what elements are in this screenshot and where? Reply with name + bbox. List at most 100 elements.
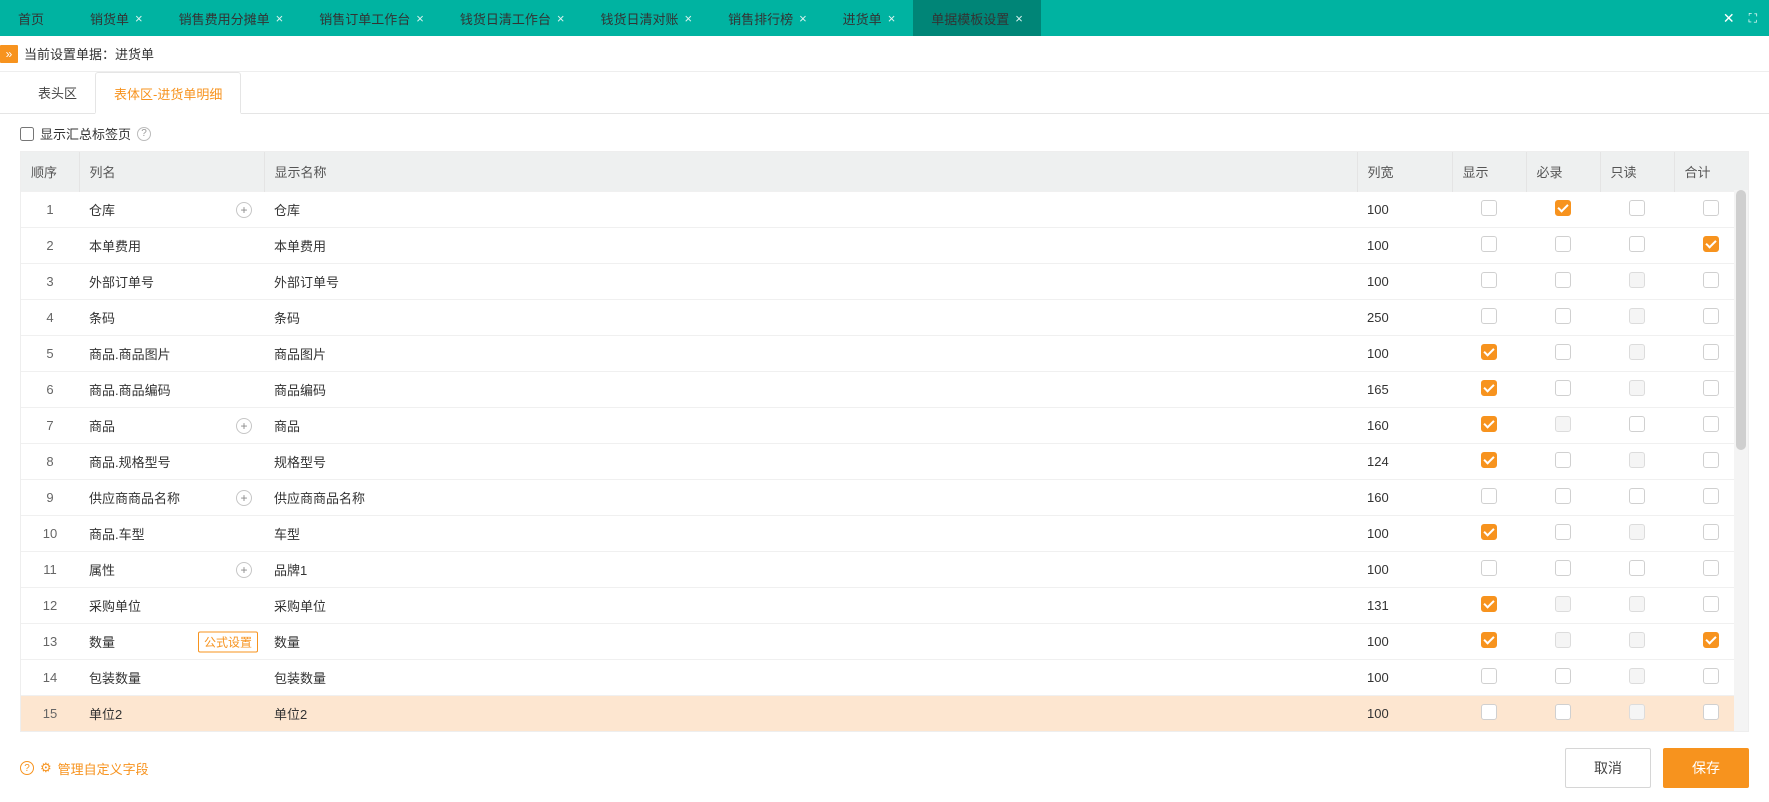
table-row[interactable]: 7商品+商品160 bbox=[21, 408, 1748, 444]
top-tab[interactable]: 钱货日清工作台× bbox=[442, 0, 583, 36]
cell-display[interactable]: 仓库 bbox=[264, 192, 1357, 228]
cell-width[interactable]: 160 bbox=[1357, 480, 1452, 516]
close-icon[interactable]: × bbox=[557, 11, 565, 26]
close-icon[interactable]: × bbox=[276, 11, 284, 26]
cell-display[interactable]: 本单费用 bbox=[264, 228, 1357, 264]
cell-display[interactable]: 数量 bbox=[264, 624, 1357, 660]
checkbox[interactable] bbox=[1481, 236, 1497, 252]
cell-display[interactable]: 外部订单号 bbox=[264, 264, 1357, 300]
cell-width[interactable]: 100 bbox=[1357, 192, 1452, 228]
checkbox[interactable] bbox=[1481, 596, 1497, 612]
cell-display[interactable]: 品牌1 bbox=[264, 552, 1357, 588]
checkbox[interactable] bbox=[1703, 488, 1719, 504]
checkbox[interactable] bbox=[1703, 452, 1719, 468]
cell-width[interactable]: 100 bbox=[1357, 624, 1452, 660]
table-row[interactable]: 11属性+品牌1100 bbox=[21, 552, 1748, 588]
checkbox[interactable] bbox=[1703, 272, 1719, 288]
cell-display[interactable]: 包装数量 bbox=[264, 660, 1357, 696]
close-icon[interactable]: × bbox=[684, 11, 692, 26]
close-icon[interactable]: × bbox=[1015, 11, 1023, 26]
table-row[interactable]: 12采购单位采购单位131 bbox=[21, 588, 1748, 624]
cell-width[interactable]: 124 bbox=[1357, 444, 1452, 480]
top-tab[interactable]: 销货单× bbox=[72, 0, 161, 36]
add-icon[interactable]: + bbox=[236, 418, 252, 434]
checkbox[interactable] bbox=[1629, 200, 1645, 216]
checkbox[interactable] bbox=[1555, 344, 1571, 360]
checkbox[interactable] bbox=[1703, 200, 1719, 216]
close-icon[interactable]: × bbox=[416, 11, 424, 26]
checkbox[interactable] bbox=[1481, 344, 1497, 360]
checkbox[interactable] bbox=[1703, 524, 1719, 540]
cell-display[interactable]: 规格型号 bbox=[264, 444, 1357, 480]
cell-width[interactable]: 100 bbox=[1357, 696, 1452, 732]
cell-width[interactable]: 165 bbox=[1357, 372, 1452, 408]
close-all-icon[interactable]: ✕ bbox=[1723, 10, 1735, 27]
checkbox[interactable] bbox=[1629, 236, 1645, 252]
checkbox[interactable] bbox=[1555, 668, 1571, 684]
cell-width[interactable]: 100 bbox=[1357, 552, 1452, 588]
checkbox[interactable] bbox=[1555, 524, 1571, 540]
checkbox[interactable] bbox=[1703, 560, 1719, 576]
cell-width[interactable]: 100 bbox=[1357, 516, 1452, 552]
cell-width[interactable]: 100 bbox=[1357, 228, 1452, 264]
checkbox[interactable] bbox=[1555, 236, 1571, 252]
table-row[interactable]: 14包装数量包装数量100 bbox=[21, 660, 1748, 696]
checkbox[interactable] bbox=[1629, 416, 1645, 432]
checkbox[interactable] bbox=[1703, 308, 1719, 324]
summary-tab-checkbox[interactable] bbox=[20, 127, 34, 141]
checkbox[interactable] bbox=[1555, 488, 1571, 504]
table-row[interactable]: 9供应商商品名称+供应商商品名称160 bbox=[21, 480, 1748, 516]
cell-width[interactable]: 100 bbox=[1357, 264, 1452, 300]
add-icon[interactable]: + bbox=[236, 490, 252, 506]
add-icon[interactable]: + bbox=[236, 202, 252, 218]
cell-display[interactable]: 车型 bbox=[264, 516, 1357, 552]
help-icon[interactable]: ? bbox=[20, 761, 34, 775]
table-row[interactable]: 15单位2单位2100 bbox=[21, 696, 1748, 732]
cell-display[interactable]: 商品图片 bbox=[264, 336, 1357, 372]
cell-display[interactable]: 条码 bbox=[264, 300, 1357, 336]
checkbox[interactable] bbox=[1555, 704, 1571, 720]
checkbox[interactable] bbox=[1555, 200, 1571, 216]
chevron-right-icon[interactable]: » bbox=[0, 45, 18, 63]
cell-display[interactable]: 采购单位 bbox=[264, 588, 1357, 624]
table-row[interactable]: 1仓库+仓库100 bbox=[21, 192, 1748, 228]
table-row[interactable]: 5商品.商品图片商品图片100 bbox=[21, 336, 1748, 372]
checkbox[interactable] bbox=[1703, 344, 1719, 360]
checkbox[interactable] bbox=[1481, 668, 1497, 684]
cell-width[interactable]: 131 bbox=[1357, 588, 1452, 624]
top-tab[interactable]: 钱货日清对账× bbox=[582, 0, 710, 36]
checkbox[interactable] bbox=[1481, 524, 1497, 540]
cell-width[interactable]: 100 bbox=[1357, 336, 1452, 372]
checkbox[interactable] bbox=[1703, 596, 1719, 612]
table-row[interactable]: 13数量公式设置数量100 bbox=[21, 624, 1748, 660]
checkbox[interactable] bbox=[1703, 416, 1719, 432]
cell-display[interactable]: 商品 bbox=[264, 408, 1357, 444]
checkbox[interactable] bbox=[1481, 560, 1497, 576]
table-row[interactable]: 6商品.商品编码商品编码165 bbox=[21, 372, 1748, 408]
table-row[interactable]: 8商品.规格型号规格型号124 bbox=[21, 444, 1748, 480]
checkbox[interactable] bbox=[1555, 452, 1571, 468]
checkbox[interactable] bbox=[1703, 380, 1719, 396]
table-row[interactable]: 2本单费用本单费用100 bbox=[21, 228, 1748, 264]
cell-display[interactable]: 供应商商品名称 bbox=[264, 480, 1357, 516]
checkbox[interactable] bbox=[1703, 668, 1719, 684]
checkbox[interactable] bbox=[1703, 704, 1719, 720]
checkbox[interactable] bbox=[1703, 236, 1719, 252]
cell-width[interactable]: 250 bbox=[1357, 300, 1452, 336]
cell-display[interactable]: 商品编码 bbox=[264, 372, 1357, 408]
cell-display[interactable]: 单位2 bbox=[264, 696, 1357, 732]
checkbox[interactable] bbox=[1629, 488, 1645, 504]
checkbox[interactable] bbox=[1481, 200, 1497, 216]
close-icon[interactable]: × bbox=[135, 11, 143, 26]
cell-width[interactable]: 100 bbox=[1357, 660, 1452, 696]
close-icon[interactable]: × bbox=[888, 11, 896, 26]
table-row[interactable]: 4条码条码250 bbox=[21, 300, 1748, 336]
table-row[interactable]: 10商品.车型车型100 bbox=[21, 516, 1748, 552]
checkbox[interactable] bbox=[1481, 380, 1497, 396]
checkbox[interactable] bbox=[1481, 632, 1497, 648]
table-row[interactable]: 3外部订单号外部订单号100 bbox=[21, 264, 1748, 300]
sub-tab[interactable]: 表头区 bbox=[20, 72, 95, 113]
manage-custom-fields-link[interactable]: 管理自定义字段 bbox=[58, 759, 149, 778]
vertical-scrollbar[interactable] bbox=[1734, 190, 1748, 731]
top-tab[interactable]: 进货单× bbox=[825, 0, 914, 36]
